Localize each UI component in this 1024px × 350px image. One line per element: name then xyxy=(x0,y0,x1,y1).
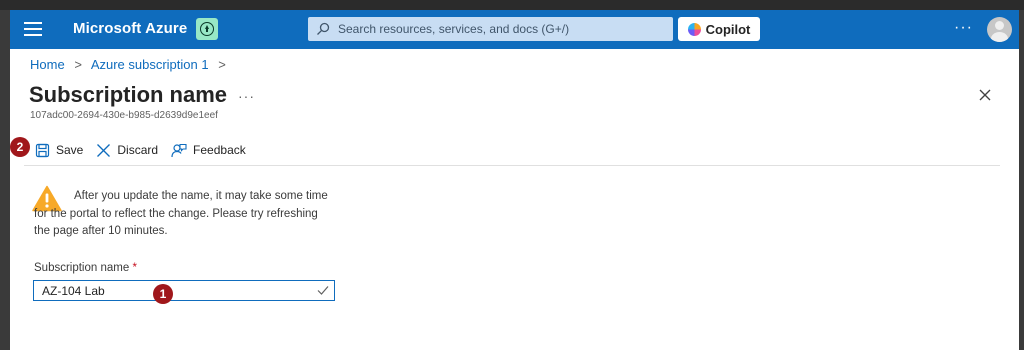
breadcrumb-home[interactable]: Home xyxy=(30,57,65,72)
warning-message: After you update the name, it may take s… xyxy=(34,190,328,237)
save-icon xyxy=(35,143,50,157)
subscription-name-field[interactable] xyxy=(33,280,335,301)
breadcrumb: Home > Azure subscription 1 > xyxy=(30,57,232,72)
subscription-name-input[interactable] xyxy=(40,282,314,299)
annotation-marker-1: 1 xyxy=(153,284,173,304)
breadcrumb-subscription[interactable]: Azure subscription 1 xyxy=(91,57,209,72)
save-label: Save xyxy=(56,143,84,157)
hamburger-menu-icon[interactable] xyxy=(24,22,42,36)
upgrade-icon[interactable] xyxy=(196,18,218,40)
azure-portal-window: Microsoft Azure Copilot ··· Home > Azure… xyxy=(10,10,1019,350)
copilot-button[interactable]: Copilot xyxy=(678,17,760,41)
discard-icon xyxy=(97,143,111,157)
annotation-marker-2: 2 xyxy=(10,137,30,157)
subscription-name-label-text: Subscription name xyxy=(34,262,130,274)
required-mark: * xyxy=(132,262,137,274)
page-title: Subscription name xyxy=(29,82,228,107)
top-navigation-bar: Microsoft Azure Copilot ··· xyxy=(10,10,1019,49)
check-icon xyxy=(317,286,329,295)
screen-border xyxy=(0,0,1024,10)
feedback-button[interactable]: Feedback xyxy=(171,143,246,158)
toolbar-divider xyxy=(24,165,1000,166)
feedback-label: Feedback xyxy=(193,143,246,157)
breadcrumb-separator: > xyxy=(218,57,226,72)
command-bar: Save Discard Feedback xyxy=(35,140,259,160)
search-icon xyxy=(317,22,330,35)
save-button[interactable]: Save xyxy=(35,143,83,158)
discard-button[interactable]: Discard xyxy=(96,143,158,158)
subscription-id: 107adc00-2694-430e-b985-d2639d9e1eef xyxy=(30,110,218,121)
copilot-label: Copilot xyxy=(705,21,751,37)
copilot-icon xyxy=(687,22,701,36)
brand-title[interactable]: Microsoft Azure xyxy=(73,20,187,37)
subscription-name-label: Subscription name * xyxy=(34,262,137,274)
breadcrumb-separator: > xyxy=(74,57,82,72)
feedback-icon xyxy=(171,143,187,157)
discard-label: Discard xyxy=(117,143,159,157)
avatar[interactable] xyxy=(987,17,1012,42)
page-more-icon[interactable]: ··· xyxy=(238,88,255,104)
global-search[interactable] xyxy=(308,17,673,41)
search-input[interactable] xyxy=(336,21,670,37)
more-options-icon[interactable]: ··· xyxy=(954,19,973,37)
close-icon[interactable] xyxy=(978,88,992,102)
